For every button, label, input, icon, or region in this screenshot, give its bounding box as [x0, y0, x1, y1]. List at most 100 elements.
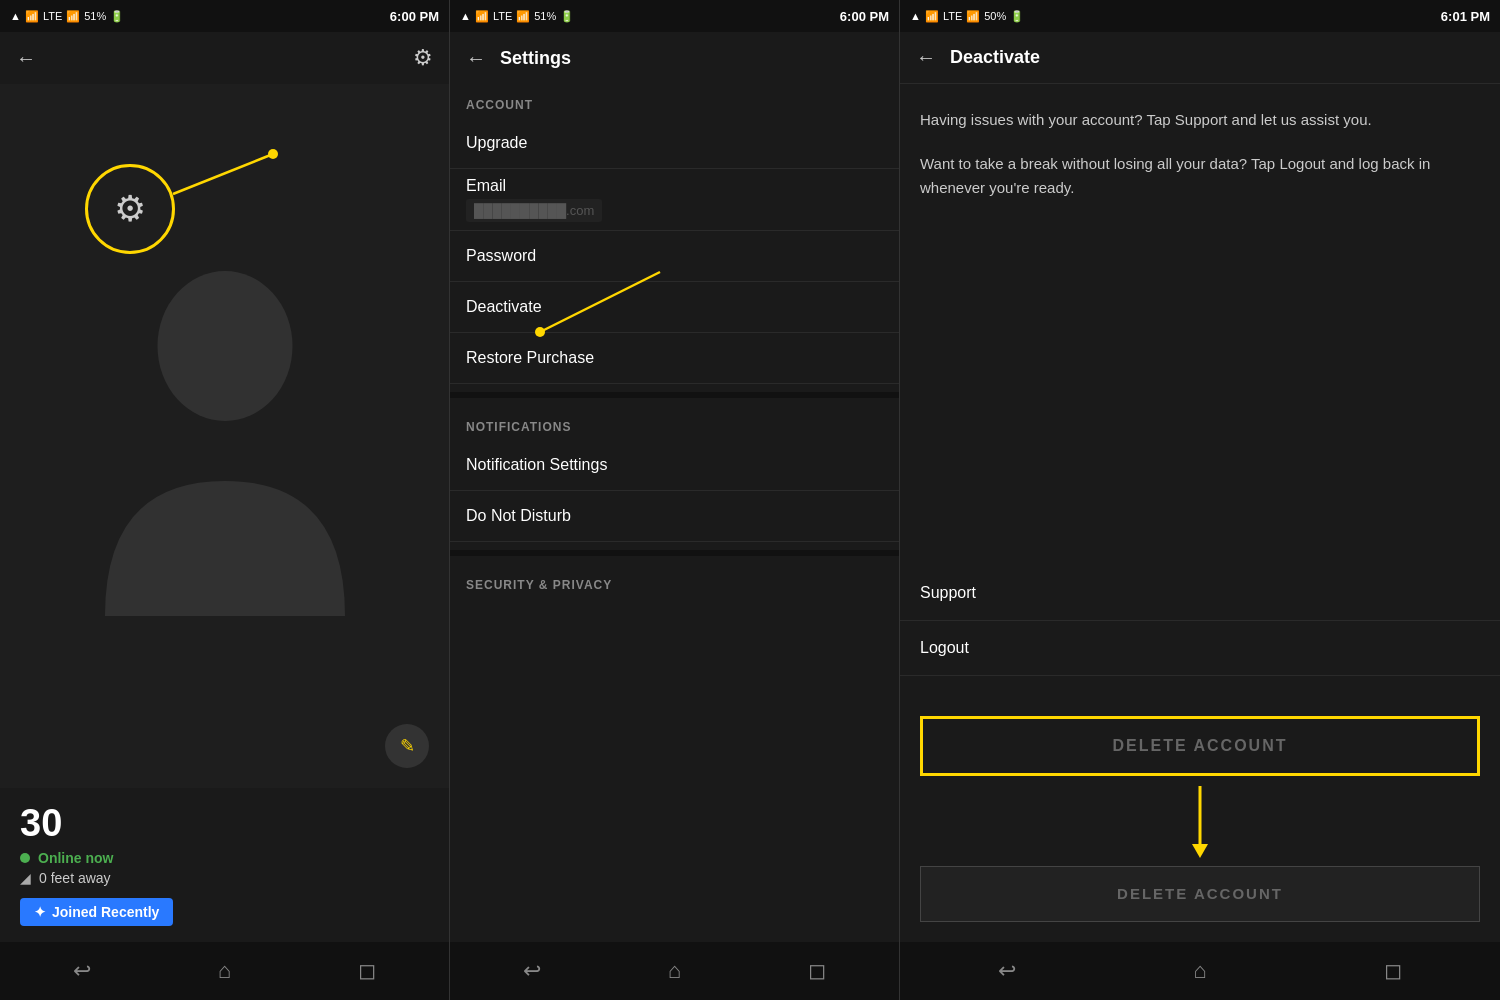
edit-profile-button[interactable]: ✎	[385, 724, 429, 768]
home-nav-2[interactable]: ⌂	[668, 958, 681, 984]
deactivate-header: ← Deactivate	[900, 32, 1500, 84]
deactivate-label: Deactivate	[466, 298, 542, 315]
deactivate-desc-2: Want to take a break without losing all …	[920, 152, 1480, 200]
online-label: Online now	[38, 850, 113, 866]
panel-profile: ▲ 📶 LTE 📶 51% 🔋 6:00 PM ← ⚙ ⚙	[0, 0, 450, 1000]
battery-icon-1: 🔋	[110, 10, 124, 23]
time-2: 6:00 PM	[840, 9, 889, 24]
password-label: Password	[466, 247, 536, 264]
bottom-nav-3: ↩ ⌂ ◻	[900, 942, 1500, 1000]
delete-arrow-line	[1199, 786, 1202, 846]
deactivate-content: Having issues with your account? Tap Sup…	[900, 84, 1500, 566]
deactivate-menu-logout[interactable]: Logout	[900, 621, 1500, 676]
delete-account-callout-box[interactable]: DELETE ACCOUNT	[920, 716, 1480, 776]
settings-item-upgrade[interactable]: Upgrade	[450, 118, 899, 169]
back-nav-1[interactable]: ↩	[73, 958, 91, 984]
lte-label-3: LTE	[943, 10, 962, 22]
alert-icon-1: ▲	[10, 10, 21, 22]
location-icon: ◢	[20, 870, 31, 886]
delete-account-annotation: DELETE ACCOUNT	[920, 716, 1480, 776]
online-indicator	[20, 853, 30, 863]
email-value: ██████████.com	[466, 199, 602, 222]
svg-point-0	[157, 271, 292, 421]
deactivate-desc-1: Having issues with your account? Tap Sup…	[920, 108, 1480, 132]
section-header-security: SECURITY & PRIVACY	[450, 564, 899, 598]
delete-account-button-label: DELETE ACCOUNT	[1117, 885, 1283, 902]
online-status-row: Online now	[20, 850, 429, 866]
status-bar-1: ▲ 📶 LTE 📶 51% 🔋 6:00 PM	[0, 0, 449, 32]
profile-info: 30 Online now ◢ 0 feet away ✦ Joined Rec…	[0, 788, 449, 942]
status-bar-2: ▲ 📶 LTE 📶 51% 🔋 6:00 PM	[450, 0, 899, 32]
dnd-label: Do Not Disturb	[466, 507, 571, 524]
recent-nav-1[interactable]: ◻	[358, 958, 376, 984]
recent-nav-3[interactable]: ◻	[1384, 958, 1402, 984]
badge-plus-icon: ✦	[34, 904, 46, 920]
battery-label-3: 50%	[984, 10, 1006, 22]
settings-item-deactivate[interactable]: Deactivate Deactivate	[450, 282, 899, 333]
recent-nav-2[interactable]: ◻	[808, 958, 826, 984]
settings-header: ← Settings	[450, 32, 899, 84]
signal-icon-1: 📶	[66, 10, 80, 23]
settings-gear-button[interactable]: ⚙	[413, 45, 433, 71]
panel-deactivate: ▲ 📶 LTE 📶 50% 🔋 6:01 PM ← Deactivate Hav…	[900, 0, 1500, 1000]
battery-1: 51%	[84, 10, 106, 22]
settings-content: ACCOUNT Upgrade Email ██████████.com Pas…	[450, 84, 899, 942]
time-1: 6:00 PM	[390, 9, 439, 24]
settings-item-password[interactable]: Password	[450, 231, 899, 282]
pencil-icon: ✎	[400, 735, 415, 757]
joined-recently-badge[interactable]: ✦ Joined Recently	[20, 898, 173, 926]
signal-icon-3: 📶	[966, 10, 980, 23]
battery-icon-3: 🔋	[1010, 10, 1024, 23]
divider-1	[450, 392, 899, 398]
badge-label: Joined Recently	[52, 904, 159, 920]
gear-annotation: ⚙	[85, 164, 175, 254]
status-left-3: ▲ 📶 LTE 📶 50% 🔋	[910, 10, 1024, 23]
back-nav-2[interactable]: ↩	[523, 958, 541, 984]
gear-circle: ⚙	[85, 164, 175, 254]
distance-row: ◢ 0 feet away	[20, 870, 429, 886]
delete-account-callout-label: DELETE ACCOUNT	[1113, 737, 1288, 754]
back-nav-3[interactable]: ↩	[998, 958, 1016, 984]
email-label: Email	[466, 177, 883, 195]
lte-label-2: LTE	[493, 10, 512, 22]
notification-settings-label: Notification Settings	[466, 456, 607, 473]
delete-arrow-head	[1192, 844, 1208, 858]
wifi-icon-3: 📶	[925, 10, 939, 23]
settings-item-notification-settings[interactable]: Notification Settings	[450, 440, 899, 491]
distance-label: 0 feet away	[39, 870, 111, 886]
profile-age: 30	[20, 804, 429, 842]
divider-2	[450, 550, 899, 556]
profile-avatar-area: ⚙ ✎	[0, 84, 449, 788]
status-bar-3: ▲ 📶 LTE 📶 50% 🔋 6:01 PM	[900, 0, 1500, 32]
status-left-2: ▲ 📶 LTE 📶 51% 🔋	[460, 10, 574, 23]
lte-label-1: LTE	[43, 10, 62, 22]
svg-point-2	[268, 149, 278, 159]
settings-item-dnd[interactable]: Do Not Disturb	[450, 491, 899, 542]
profile-nav: ← ⚙	[0, 32, 449, 84]
delete-account-button[interactable]: DELETE ACCOUNT	[920, 866, 1480, 922]
time-3: 6:01 PM	[1441, 9, 1490, 24]
back-button-1[interactable]: ←	[16, 47, 36, 70]
battery-icon-2: 🔋	[560, 10, 574, 23]
wifi-icon-1: 📶	[25, 10, 39, 23]
home-nav-3[interactable]: ⌂	[1193, 958, 1206, 984]
bottom-nav-1: ↩ ⌂ ◻	[0, 942, 449, 1000]
signal-icon-2: 📶	[516, 10, 530, 23]
panel-settings: ▲ 📶 LTE 📶 51% 🔋 6:00 PM ← Settings ACCOU…	[450, 0, 900, 1000]
deactivate-menu-support[interactable]: Support	[900, 566, 1500, 621]
status-left-1: ▲ 📶 LTE 📶 51% 🔋	[10, 10, 124, 23]
svg-line-1	[173, 154, 273, 194]
settings-item-restore[interactable]: Restore Purchase	[450, 333, 899, 384]
battery-label-2: 51%	[534, 10, 556, 22]
alert-icon-2: ▲	[460, 10, 471, 22]
back-button-3[interactable]: ←	[916, 46, 936, 69]
gear-circle-icon: ⚙	[114, 188, 146, 230]
upgrade-label: Upgrade	[466, 134, 527, 151]
bottom-nav-2: ↩ ⌂ ◻	[450, 942, 899, 1000]
section-header-account: ACCOUNT	[450, 84, 899, 118]
home-nav-1[interactable]: ⌂	[218, 958, 231, 984]
back-button-2[interactable]: ←	[466, 47, 486, 70]
section-header-notifications: NOTIFICATIONS	[450, 406, 899, 440]
settings-title: Settings	[500, 48, 571, 69]
settings-item-email[interactable]: Email ██████████.com	[450, 169, 899, 231]
